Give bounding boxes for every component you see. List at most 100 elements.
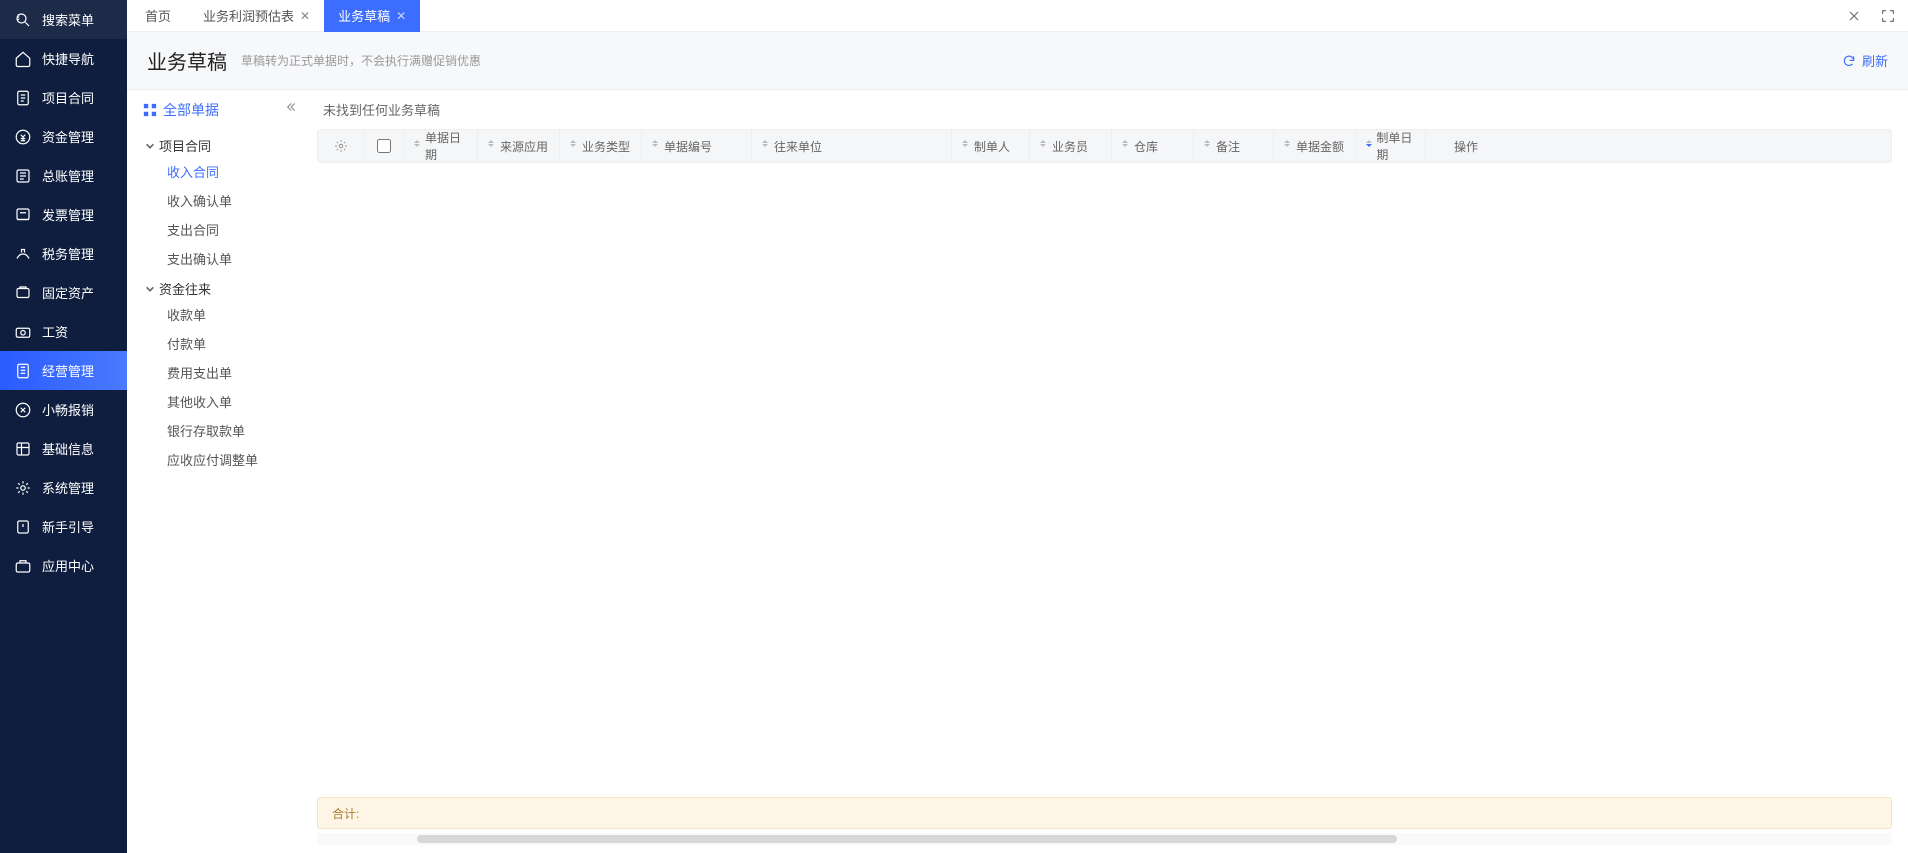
sidebar-item-label: 固定资产 [42,283,94,302]
tree-leaf-expense-contract[interactable]: 支出合同 [127,215,307,244]
tree-header-label: 全部单据 [163,100,219,120]
horizontal-scrollbar[interactable] [317,833,1892,845]
tree-leaf-expense-doc[interactable]: 费用支出单 [127,358,307,387]
tab-home[interactable]: 首页 [127,0,189,32]
totals-label: 合计: [332,805,359,822]
grid-icon [143,103,157,117]
column-create-date[interactable]: 制单日期 [1356,130,1426,162]
sidebar-item-label: 经营管理 [42,361,94,380]
tree-leaf-other-income[interactable]: 其他收入单 [127,387,307,416]
sidebar-item-label: 新手引导 [42,517,94,536]
table-header-row: 单据日期 来源应用 业务类型 单据编号 [317,129,1892,163]
ledger-icon [14,167,32,185]
sidebar-item-label: 基础信息 [42,439,94,458]
sort-icon [414,140,421,152]
sidebar-item-salary[interactable]: 工资 [0,312,127,351]
sidebar-item-apps[interactable]: 应用中心 [0,546,127,585]
empty-message: 未找到任何业务草稿 [317,100,1892,129]
tree-group-fund-flow[interactable]: 资金往来 [127,273,307,300]
column-creator[interactable]: 制单人 [952,130,1030,162]
close-icon[interactable]: ✕ [300,9,310,23]
tree-leaf-income-confirm[interactable]: 收入确认单 [127,186,307,215]
tree-leaf-payment[interactable]: 付款单 [127,329,307,358]
column-source-app[interactable]: 来源应用 [478,130,560,162]
sidebar-item-invoice[interactable]: 发票管理 [0,195,127,234]
close-icon[interactable]: ✕ [396,9,406,23]
sidebar-item-basic[interactable]: 基础信息 [0,429,127,468]
column-salesman[interactable]: 业务员 [1030,130,1112,162]
sort-icon [962,140,970,152]
select-all-checkbox[interactable] [364,130,404,162]
sidebar-item-label: 工资 [42,322,68,341]
tree-header-all-docs[interactable]: 全部单据 [127,100,307,130]
tree-group-label: 资金往来 [159,279,211,298]
tree-leaf-ar-ap-adjust[interactable]: 应收应付调整单 [127,445,307,474]
home-icon [14,50,32,68]
tabs-bar: 首页 业务利润预估表 ✕ 业务草稿 ✕ [127,0,1908,32]
sort-icon [1040,140,1048,152]
sort-icon [488,140,496,152]
column-remark[interactable]: 备注 [1194,130,1274,162]
sidebar-item-asset[interactable]: 固定资产 [0,273,127,312]
sidebar-item-system[interactable]: 系统管理 [0,468,127,507]
sidebar-item-fund[interactable]: 资金管理 [0,117,127,156]
doc-icon [14,89,32,107]
refresh-button[interactable]: 刷新 [1842,51,1888,70]
sidebar-item-quicknav[interactable]: 快捷导航 [0,39,127,78]
sort-icon [652,140,660,152]
sort-icon [1122,140,1130,152]
sidebar-item-label: 系统管理 [42,478,94,497]
column-biz-type[interactable]: 业务类型 [560,130,642,162]
body-split: 全部单据 项目合同 收入合同 收入确认单 支出合同 支出确认单 资金往来 收款单… [127,90,1908,853]
panel-collapse-button[interactable] [283,100,301,118]
page-subtitle: 草稿转为正式单据时，不会执行满赠促销优惠 [241,52,481,69]
sort-icon [1284,140,1292,152]
tax-icon [14,245,32,263]
page-title: 业务草稿 [147,46,227,75]
tab-label: 业务利润预估表 [203,6,294,25]
basic-icon [14,440,32,458]
column-settings-button[interactable] [318,130,364,162]
column-doc-date[interactable]: 单据日期 [404,130,478,162]
salary-icon [14,323,32,341]
tree-leaf-income-contract[interactable]: 收入合同 [127,157,307,186]
sidebar-item-label: 应用中心 [42,556,94,575]
sidebar-item-ledger[interactable]: 总账管理 [0,156,127,195]
refresh-icon [1842,54,1856,68]
sidebar-item-business-mgmt[interactable]: 经营管理 [0,351,127,390]
tab-draft[interactable]: 业务草稿 ✕ [324,0,420,32]
tree-leaf-expense-confirm[interactable]: 支出确认单 [127,244,307,273]
chevron-down-icon [145,141,155,151]
app-root: 搜索菜单 快捷导航 项目合同 资金管理 总账管理 发票管理 税务管理 固定资产 [0,0,1908,853]
tree-panel: 全部单据 项目合同 收入合同 收入确认单 支出合同 支出确认单 资金往来 收款单… [127,90,307,853]
tree-leaf-bank-transfer[interactable]: 银行存取款单 [127,416,307,445]
refresh-label: 刷新 [1862,51,1888,70]
table-wrap: 单据日期 来源应用 业务类型 单据编号 [317,129,1892,845]
tree-group-label: 项目合同 [159,136,211,155]
tree-leaf-receipt[interactable]: 收款单 [127,300,307,329]
column-party[interactable]: 往来单位 [752,130,952,162]
checkbox-input[interactable] [377,139,391,153]
column-warehouse[interactable]: 仓库 [1112,130,1194,162]
chevron-down-icon [145,284,155,294]
money-icon [14,128,32,146]
column-actions: 操作 [1426,130,1506,162]
sidebar-item-search[interactable]: 搜索菜单 [0,0,127,39]
gear-icon [334,139,348,153]
scroll-thumb[interactable] [417,835,1397,843]
sidebar-item-project-contract[interactable]: 项目合同 [0,78,127,117]
close-all-icon[interactable] [1844,6,1864,26]
column-doc-no[interactable]: 单据编号 [642,130,752,162]
tab-profit-estimate[interactable]: 业务利润预估表 ✕ [189,0,324,32]
sidebar-item-tax[interactable]: 税务管理 [0,234,127,273]
column-amount[interactable]: 单据金额 [1274,130,1356,162]
sidebar-item-label: 资金管理 [42,127,94,146]
sidebar-item-guide[interactable]: 新手引导 [0,507,127,546]
sidebar-item-expense[interactable]: 小畅报销 [0,390,127,429]
sidebar-item-label: 快捷导航 [42,49,94,68]
fullscreen-icon[interactable] [1878,6,1898,26]
invoice-icon [14,206,32,224]
apps-icon [14,557,32,575]
sidebar-item-label: 发票管理 [42,205,94,224]
tree-group-project-contract[interactable]: 项目合同 [127,130,307,157]
